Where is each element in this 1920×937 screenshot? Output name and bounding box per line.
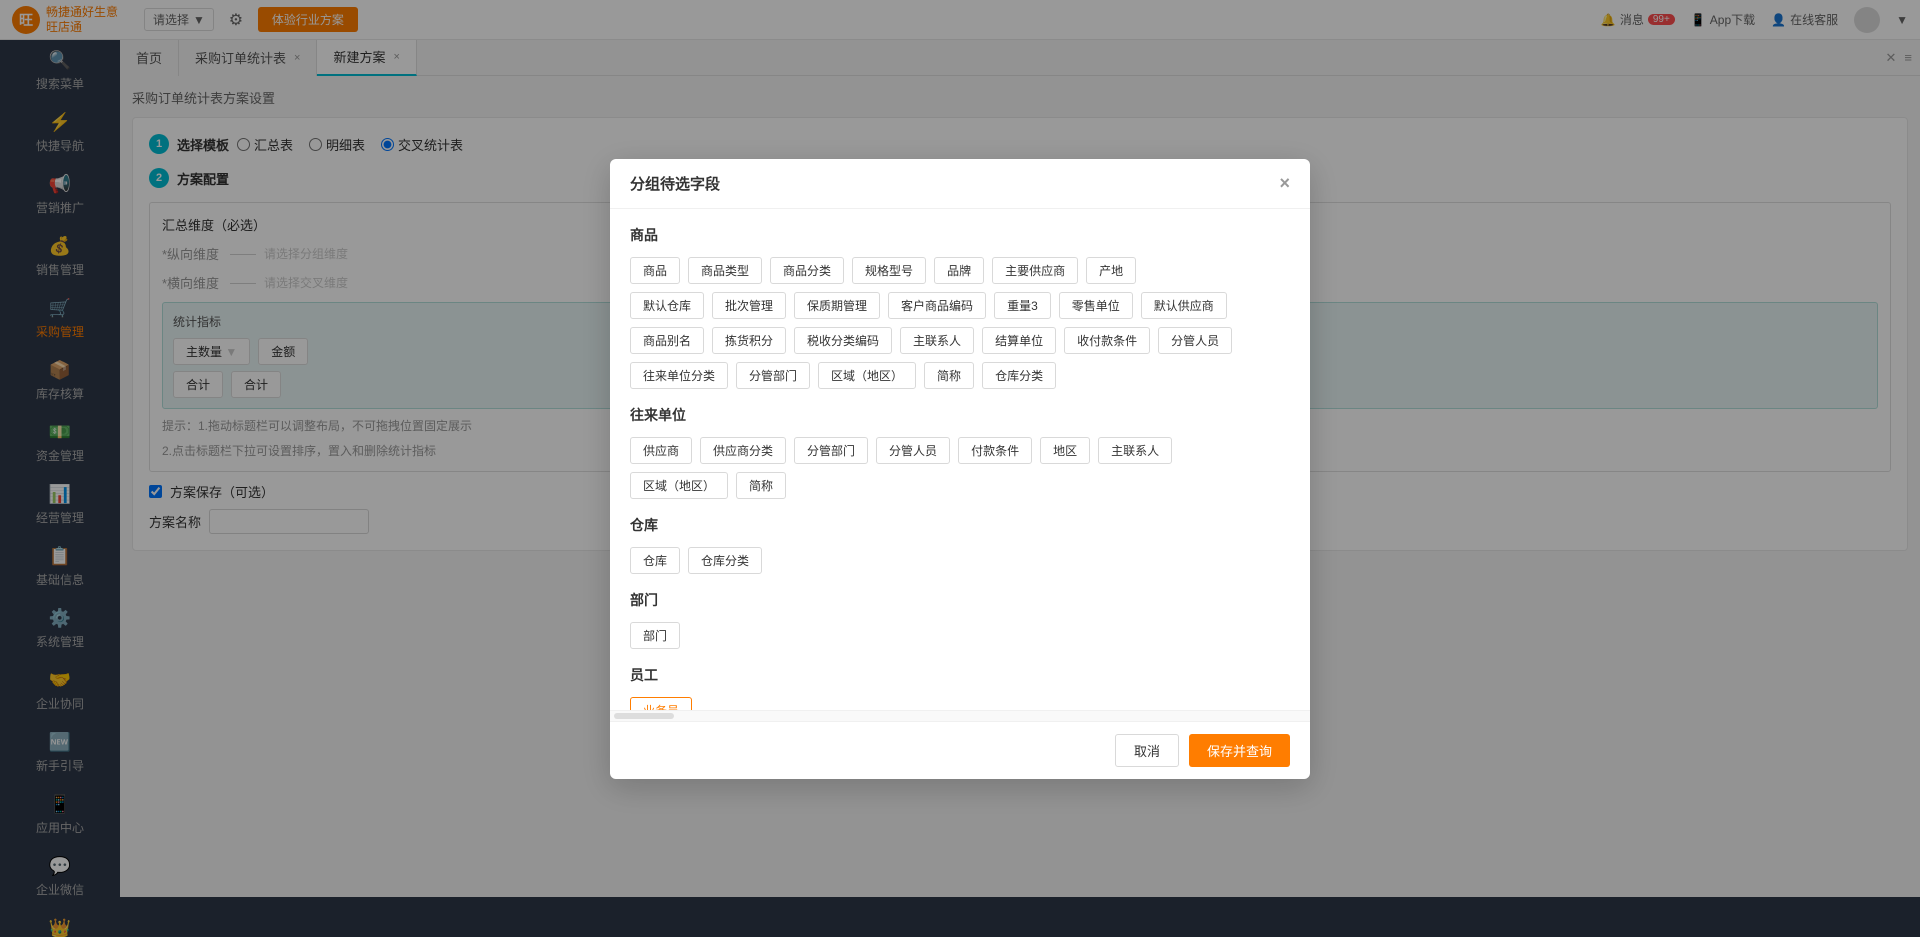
field-tags-warehouse: 仓库 仓库分类 bbox=[630, 547, 1290, 574]
field-tag[interactable]: 重量3 bbox=[994, 292, 1051, 319]
dialog: 分组待选字段 × 商品 商品 商品类型 商品分类 规格型号 品牌 主要供应商 产… bbox=[610, 159, 1310, 779]
section-title-warehouse: 仓库 bbox=[630, 515, 1290, 535]
field-tag[interactable]: 分管部门 bbox=[736, 362, 810, 389]
field-tag[interactable]: 简称 bbox=[924, 362, 974, 389]
field-tag[interactable]: 零售单位 bbox=[1059, 292, 1133, 319]
dialog-title: 分组待选字段 bbox=[630, 173, 720, 194]
field-tag[interactable]: 主联系人 bbox=[900, 327, 974, 354]
field-tag[interactable]: 品牌 bbox=[934, 257, 984, 284]
field-tag[interactable]: 地区 bbox=[1040, 437, 1090, 464]
field-tag[interactable]: 规格型号 bbox=[852, 257, 926, 284]
section-title-employee: 员工 bbox=[630, 665, 1290, 685]
field-tag[interactable]: 商品分类 bbox=[770, 257, 844, 284]
field-tag[interactable]: 默认仓库 bbox=[630, 292, 704, 319]
dialog-footer: 取消 保存并查询 bbox=[610, 721, 1310, 779]
field-tag[interactable]: 批次管理 bbox=[712, 292, 786, 319]
field-tag[interactable]: 结算单位 bbox=[982, 327, 1056, 354]
field-tag[interactable]: 仓库分类 bbox=[982, 362, 1056, 389]
dialog-header: 分组待选字段 × bbox=[610, 159, 1310, 209]
hscroll-thumb[interactable] bbox=[614, 713, 674, 719]
field-tag[interactable]: 供应商分类 bbox=[700, 437, 786, 464]
field-tag[interactable]: 税收分类编码 bbox=[794, 327, 892, 354]
field-tag[interactable]: 仓库 bbox=[630, 547, 680, 574]
field-tag[interactable]: 客户商品编码 bbox=[888, 292, 986, 319]
field-tag[interactable]: 区域（地区） bbox=[818, 362, 916, 389]
field-tag[interactable]: 仓库分类 bbox=[688, 547, 762, 574]
field-tags-product-4: 往来单位分类 分管部门 区域（地区） 简称 仓库分类 bbox=[630, 362, 1290, 389]
field-tag[interactable]: 分管人员 bbox=[1158, 327, 1232, 354]
section-title-department: 部门 bbox=[630, 590, 1290, 610]
field-tags-product-2: 默认仓库 批次管理 保质期管理 客户商品编码 重量3 零售单位 默认供应商 bbox=[630, 292, 1290, 319]
section-title-product: 商品 bbox=[630, 225, 1290, 245]
field-tag[interactable]: 供应商 bbox=[630, 437, 692, 464]
field-tag[interactable]: 分管人员 bbox=[876, 437, 950, 464]
dialog-close-btn[interactable]: × bbox=[1279, 174, 1290, 192]
field-tag[interactable]: 部门 bbox=[630, 622, 680, 649]
field-tag[interactable]: 主联系人 bbox=[1098, 437, 1172, 464]
field-tag[interactable]: 付款条件 bbox=[958, 437, 1032, 464]
field-tag[interactable]: 商品别名 bbox=[630, 327, 704, 354]
field-tag-employee[interactable]: 业务员 bbox=[630, 697, 692, 710]
dialog-hscrollbar[interactable] bbox=[610, 710, 1310, 721]
field-tag[interactable]: 默认供应商 bbox=[1141, 292, 1227, 319]
field-tag[interactable]: 简称 bbox=[736, 472, 786, 499]
field-tag[interactable]: 分管部门 bbox=[794, 437, 868, 464]
overlay: 分组待选字段 × 商品 商品 商品类型 商品分类 规格型号 品牌 主要供应商 产… bbox=[0, 0, 1920, 937]
field-tag[interactable]: 产地 bbox=[1086, 257, 1136, 284]
field-tag[interactable]: 商品类型 bbox=[688, 257, 762, 284]
confirm-button[interactable]: 保存并查询 bbox=[1189, 734, 1290, 767]
field-tags-product: 商品 商品类型 商品分类 规格型号 品牌 主要供应商 产地 bbox=[630, 257, 1290, 284]
field-tag[interactable]: 主要供应商 bbox=[992, 257, 1078, 284]
field-tag[interactable]: 收付款条件 bbox=[1064, 327, 1150, 354]
field-tag[interactable]: 区域（地区） bbox=[630, 472, 728, 499]
field-tag[interactable]: 往来单位分类 bbox=[630, 362, 728, 389]
field-tag[interactable]: 拣货积分 bbox=[712, 327, 786, 354]
field-tag[interactable]: 商品 bbox=[630, 257, 680, 284]
field-tags-counterparty: 供应商 供应商分类 分管部门 分管人员 付款条件 地区 主联系人 bbox=[630, 437, 1290, 464]
section-title-counterparty: 往来单位 bbox=[630, 405, 1290, 425]
field-tags-product-3: 商品别名 拣货积分 税收分类编码 主联系人 结算单位 收付款条件 分管人员 bbox=[630, 327, 1290, 354]
field-tags-counterparty-2: 区域（地区） 简称 bbox=[630, 472, 1290, 499]
field-tags-department: 部门 bbox=[630, 622, 1290, 649]
cancel-button[interactable]: 取消 bbox=[1115, 734, 1179, 767]
field-tag[interactable]: 保质期管理 bbox=[794, 292, 880, 319]
dialog-body[interactable]: 商品 商品 商品类型 商品分类 规格型号 品牌 主要供应商 产地 默认仓库 批次… bbox=[610, 209, 1310, 710]
field-tags-employee: 业务员 bbox=[630, 697, 1290, 710]
